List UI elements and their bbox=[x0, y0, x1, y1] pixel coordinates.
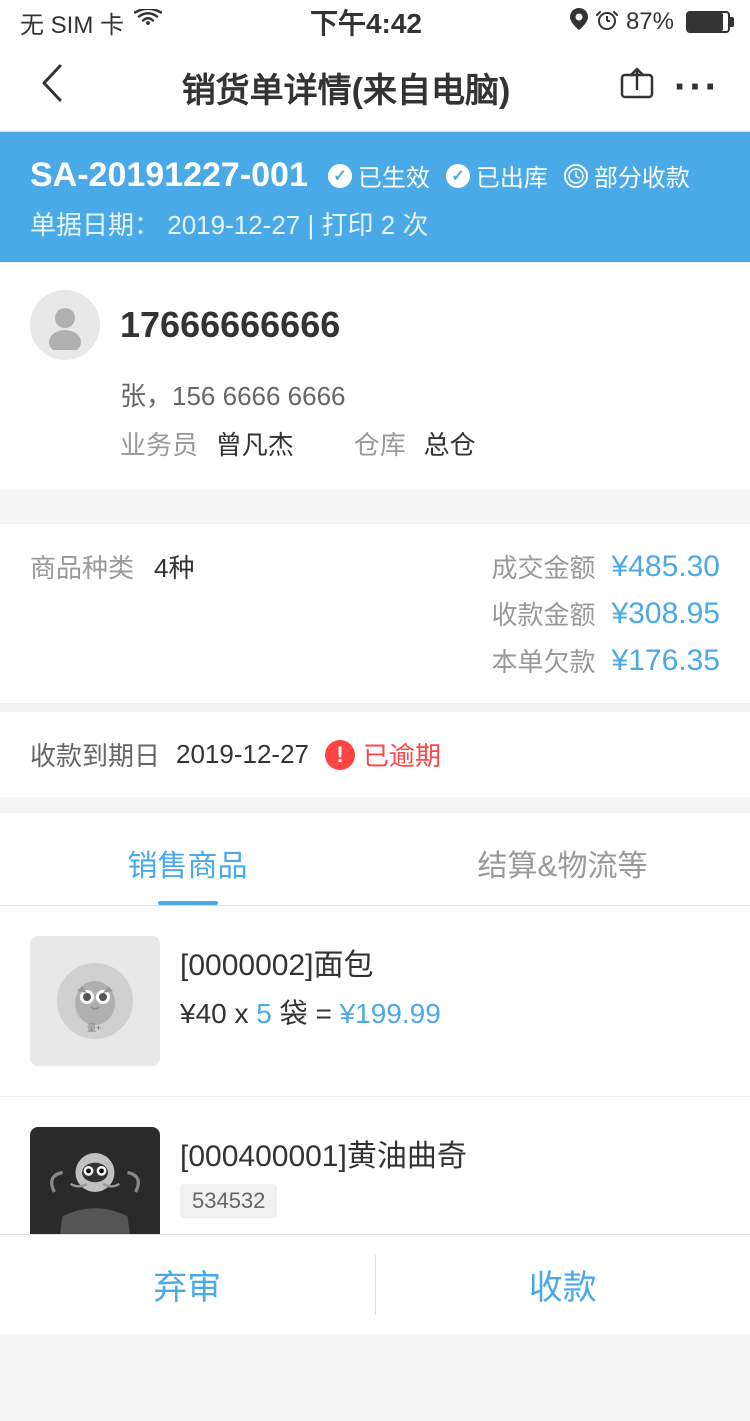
wifi-icon bbox=[134, 8, 162, 36]
category-label: 商品种类 bbox=[30, 548, 134, 585]
amount-row-deal: 成交金额 ¥485.30 bbox=[492, 548, 720, 585]
product-price-row-1: ¥40 x 5 袋 = ¥199.99 bbox=[180, 992, 720, 1032]
product-total-1: ¥199.99 bbox=[340, 998, 441, 1029]
reject-button[interactable]: 弃审 bbox=[0, 1235, 375, 1334]
badge-shipped-label: 已出库 bbox=[476, 158, 548, 193]
customer-row: 17666666666 bbox=[30, 290, 720, 360]
due-date-section: 收款到期日 2019-12-27 ! 已逾期 bbox=[0, 704, 750, 797]
tabs-row: 销售商品 结算&物流等 bbox=[0, 813, 750, 905]
share-button[interactable] bbox=[620, 67, 654, 109]
tab-underline bbox=[158, 901, 218, 905]
check-icon-shipped: ✓ bbox=[446, 164, 470, 188]
overdue-badge: ! 已逾期 bbox=[325, 736, 441, 773]
tab-products[interactable]: 销售商品 bbox=[0, 813, 375, 905]
amount-row-collected: 收款金额 ¥308.95 bbox=[492, 595, 720, 632]
stats-section: 商品种类 4种 成交金额 ¥485.30 收款金额 ¥308.95 本单欠款 ¥… bbox=[0, 523, 750, 704]
status-right: 87% bbox=[570, 8, 730, 37]
print-label: 打印 bbox=[321, 210, 373, 240]
avatar bbox=[30, 290, 100, 360]
collect-label: 收款 bbox=[529, 1260, 597, 1309]
deal-amount-label: 成交金额 bbox=[492, 548, 596, 585]
warehouse-value: 总仓 bbox=[424, 430, 476, 460]
customer-phone: 17666666666 bbox=[120, 304, 340, 346]
check-icon-activated: ✓ bbox=[328, 164, 352, 188]
sep-1 bbox=[0, 491, 750, 507]
product-unit-1: 袋 bbox=[280, 998, 308, 1029]
order-date-row: 单据日期： 2019-12-27 | 打印 2 次 bbox=[30, 205, 720, 242]
overdue-icon: ! bbox=[325, 740, 355, 770]
order-id: SA-20191227-001 bbox=[30, 156, 308, 195]
print-count: 2 bbox=[381, 210, 395, 240]
battery-percent: 87% bbox=[626, 8, 674, 36]
status-bar: 无 SIM 卡 下午4:42 87 bbox=[0, 0, 750, 44]
collected-amount-label: 收款金额 bbox=[492, 595, 596, 632]
status-left: 无 SIM 卡 bbox=[20, 5, 162, 40]
alarm-icon bbox=[596, 8, 618, 37]
reject-label: 弃审 bbox=[153, 1260, 221, 1309]
clock-icon-partial bbox=[564, 164, 588, 188]
more-button[interactable]: ··· bbox=[674, 65, 720, 110]
carrier-text: 无 SIM 卡 bbox=[20, 5, 124, 40]
product-name-1: [0000002]面包 bbox=[180, 940, 720, 984]
order-header: SA-20191227-001 ✓ 已生效 ✓ 已出库 部分收款 bbox=[0, 132, 750, 262]
due-date-value: 2019-12-27 bbox=[176, 739, 309, 770]
product-price-1: ¥40 bbox=[180, 998, 227, 1029]
warehouse-label: 仓库 bbox=[354, 430, 406, 460]
warehouse-section: 仓库 总仓 bbox=[354, 425, 476, 462]
salesperson-section: 业务员 曾凡杰 bbox=[120, 425, 294, 462]
overdue-label: 已逾期 bbox=[363, 736, 441, 773]
product-eq-1: = bbox=[315, 998, 339, 1029]
nav-bar: 销货单详情(来自电脑) ··· bbox=[0, 44, 750, 132]
location-icon bbox=[570, 8, 588, 37]
tabs-section: 销售商品 结算&物流等 bbox=[0, 813, 750, 906]
tab-settlement-label: 结算&物流等 bbox=[477, 850, 647, 883]
stats-row: 商品种类 4种 成交金额 ¥485.30 收款金额 ¥308.95 本单欠款 ¥… bbox=[30, 548, 720, 679]
bottom-bar: 弃审 收款 bbox=[0, 1234, 750, 1334]
customer-section: 17666666666 张，156 6666 6666 业务员 曾凡杰 仓库 总… bbox=[0, 262, 750, 491]
product-item-1: 量+ [0000002]面包 ¥40 x 5 袋 = ¥199.99 bbox=[0, 906, 750, 1097]
stats-right: 成交金额 ¥485.30 收款金额 ¥308.95 本单欠款 ¥176.35 bbox=[492, 548, 720, 679]
customer-info-row: 业务员 曾凡杰 仓库 总仓 bbox=[30, 425, 720, 462]
page-title: 销货单详情(来自电脑) bbox=[72, 63, 620, 112]
stats-left: 商品种类 4种 bbox=[30, 548, 194, 585]
amount-row-owed: 本单欠款 ¥176.35 bbox=[492, 642, 720, 679]
due-date-label: 收款到期日 bbox=[30, 736, 160, 773]
badge-activated-label: 已生效 bbox=[358, 158, 430, 193]
product-tag-2: 534532 bbox=[180, 1184, 277, 1218]
print-unit: 次 bbox=[402, 210, 428, 240]
product-multiply-1: x bbox=[235, 998, 257, 1029]
product-name-2: [000400001]黄油曲奇 bbox=[180, 1131, 720, 1175]
category-value: 4种 bbox=[154, 548, 194, 585]
product-thumb-1: 量+ bbox=[30, 936, 160, 1066]
owed-amount-label: 本单欠款 bbox=[492, 642, 596, 679]
status-badges: ✓ 已生效 ✓ 已出库 部分收款 bbox=[328, 158, 690, 193]
deal-amount-value: ¥485.30 bbox=[612, 550, 720, 584]
status-time: 下午4:42 bbox=[310, 2, 422, 42]
badge-activated: ✓ 已生效 bbox=[328, 158, 430, 193]
nav-actions: ··· bbox=[620, 65, 720, 110]
product-info-1: [0000002]面包 ¥40 x 5 袋 = ¥199.99 bbox=[180, 936, 720, 1032]
date-value: 2019-12-27 bbox=[167, 210, 300, 240]
badge-shipped: ✓ 已出库 bbox=[446, 158, 548, 193]
tab-products-label: 销售商品 bbox=[128, 850, 248, 883]
back-button[interactable] bbox=[30, 54, 72, 121]
product-qty-1: 5 bbox=[256, 998, 272, 1029]
date-label: 单据日期： bbox=[30, 210, 160, 240]
salesperson-label: 业务员 bbox=[120, 430, 198, 460]
collected-amount-value: ¥308.95 bbox=[612, 597, 720, 631]
order-id-row: SA-20191227-001 ✓ 已生效 ✓ 已出库 部分收款 bbox=[30, 156, 720, 195]
collect-button[interactable]: 收款 bbox=[376, 1235, 750, 1334]
svg-text:量+: 量+ bbox=[87, 1023, 101, 1033]
badge-partial: 部分收款 bbox=[564, 158, 690, 193]
owed-amount-value: ¥176.35 bbox=[612, 644, 720, 678]
print-separator: | bbox=[307, 210, 321, 240]
salesperson-value: 曾凡杰 bbox=[216, 430, 294, 460]
badge-partial-label: 部分收款 bbox=[594, 158, 690, 193]
battery-icon bbox=[686, 11, 730, 33]
customer-name-phone: 张，156 6666 6666 bbox=[30, 376, 720, 413]
tab-settlement[interactable]: 结算&物流等 bbox=[375, 813, 750, 905]
